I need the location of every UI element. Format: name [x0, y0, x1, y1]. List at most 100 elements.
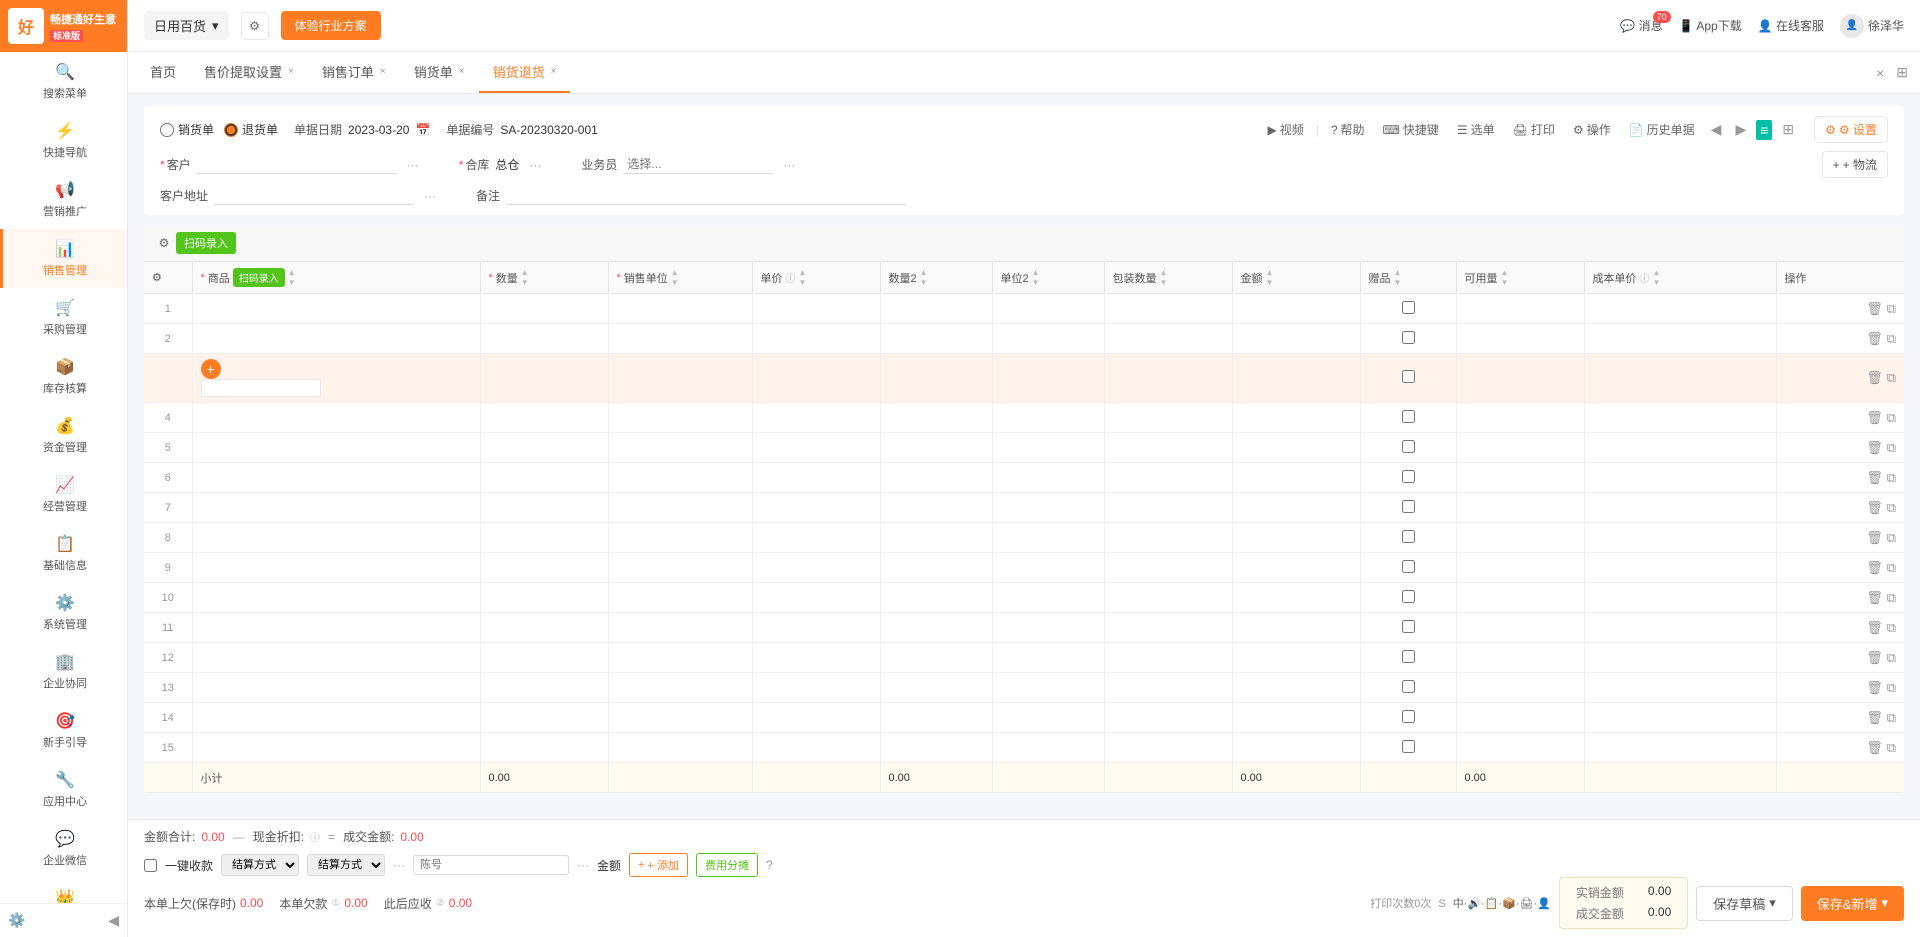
price-cell[interactable] [752, 324, 880, 354]
sort-price-icon[interactable]: ▲▼ [799, 268, 807, 287]
shortcut-action[interactable]: ⌨ 快捷键 [1377, 118, 1445, 141]
unit-cell[interactable] [608, 463, 752, 493]
product-cell[interactable] [192, 493, 480, 523]
qty-cell[interactable] [480, 354, 608, 403]
copy-row-button[interactable]: ⧉ [1887, 560, 1896, 576]
gift-checkbox[interactable] [1402, 680, 1415, 693]
unit-cell[interactable] [608, 673, 752, 703]
qty-cell[interactable] [480, 733, 608, 763]
unit-cell[interactable] [608, 583, 752, 613]
sidebar-item-inventory[interactable]: 📦 库存核算 [0, 347, 127, 406]
delete-row-button[interactable]: 🗑 [1866, 301, 1883, 317]
calendar-icon[interactable]: 📅 [415, 123, 430, 137]
unit2-cell[interactable] [992, 733, 1104, 763]
available-cell[interactable] [1456, 553, 1584, 583]
unit-cell[interactable] [608, 553, 752, 583]
copy-row-button[interactable]: ⧉ [1887, 620, 1896, 636]
copy-row-button[interactable]: ⧉ [1887, 740, 1896, 756]
address-input[interactable] [214, 186, 414, 205]
copy-row-button[interactable]: ⧉ [1887, 410, 1896, 426]
scan-button-inline[interactable]: 扫码录入 [233, 268, 285, 287]
sidebar-item-shortcut[interactable]: ⚡ 快捷导航 [0, 111, 127, 170]
gift-checkbox[interactable] [1402, 590, 1415, 603]
qty2-cell[interactable] [880, 703, 992, 733]
view-grid-button[interactable]: ⊞ [1778, 117, 1798, 142]
qty-cell[interactable] [480, 403, 608, 433]
cost-price-cell[interactable] [1584, 643, 1776, 673]
qty-cell[interactable] [480, 553, 608, 583]
price-cell[interactable] [752, 673, 880, 703]
price-cell[interactable] [752, 583, 880, 613]
unit-cell[interactable] [608, 493, 752, 523]
unit-cell[interactable] [608, 354, 752, 403]
cost-price-cell[interactable] [1584, 523, 1776, 553]
view-list-button[interactable]: ≡ [1756, 120, 1772, 140]
copy-row-button[interactable]: ⧉ [1887, 710, 1896, 726]
pkg-qty-cell[interactable] [1104, 523, 1232, 553]
qty-cell[interactable] [480, 433, 608, 463]
delete-row-button[interactable]: 🗑 [1866, 560, 1883, 576]
sidebar-item-enterprise[interactable]: 🏢 企业协同 [0, 642, 127, 701]
unit-cell[interactable] [608, 733, 752, 763]
gift-checkbox[interactable] [1402, 740, 1415, 753]
qty2-cell[interactable] [880, 583, 992, 613]
cost-price-cell[interactable] [1584, 583, 1776, 613]
delete-row-button[interactable]: 🗑 [1866, 470, 1883, 486]
unit2-cell[interactable] [992, 553, 1104, 583]
add-row-button[interactable]: + [201, 359, 221, 379]
price-cell[interactable] [752, 463, 880, 493]
qty2-cell[interactable] [880, 673, 992, 703]
unit2-cell[interactable] [992, 613, 1104, 643]
price-cell[interactable] [752, 643, 880, 673]
sidebar-item-sales[interactable]: 📊 销售管理 [0, 229, 127, 288]
delete-row-button[interactable]: 🗑 [1866, 331, 1883, 347]
unit-cell[interactable] [608, 643, 752, 673]
radio-delivery[interactable]: 销货单 [160, 121, 214, 138]
unit2-cell[interactable] [992, 673, 1104, 703]
available-cell[interactable] [1456, 324, 1584, 354]
delete-row-button[interactable]: 🗑 [1866, 680, 1883, 696]
product-cell[interactable] [192, 553, 480, 583]
unit2-cell[interactable] [992, 324, 1104, 354]
amount-dots[interactable]: ··· [577, 858, 589, 872]
delete-row-button[interactable]: 🗑 [1866, 710, 1883, 726]
product-cell[interactable] [192, 643, 480, 673]
expand-tab-button[interactable]: ⊞ [1892, 60, 1912, 85]
account-dots[interactable]: ··· [393, 858, 405, 872]
sidebar-settings-button[interactable]: ⚙️ [8, 912, 25, 929]
sort-unit-icon[interactable]: ▲▼ [671, 268, 679, 287]
help-action[interactable]: ? 帮助 [1325, 118, 1371, 141]
pkg-qty-cell[interactable] [1104, 493, 1232, 523]
unit-cell[interactable] [608, 523, 752, 553]
amount-cell[interactable] [1232, 294, 1360, 324]
available-cell[interactable] [1456, 354, 1584, 403]
unit2-cell[interactable] [992, 583, 1104, 613]
operate-action[interactable]: ⚙ 操作 [1567, 118, 1617, 141]
industry-selector[interactable]: 日用百货 ▾ [144, 11, 229, 40]
unit2-cell[interactable] [992, 463, 1104, 493]
delete-row-button[interactable]: 🗑 [1866, 440, 1883, 456]
unit2-cell[interactable] [992, 433, 1104, 463]
tab-sales-return[interactable]: 销货退货 × [479, 52, 571, 93]
sort-qty-icon[interactable]: ▲▼ [521, 268, 529, 287]
user-menu[interactable]: 👤 徐泽华 [1840, 14, 1904, 38]
experience-button[interactable]: 体验行业方案 [281, 11, 381, 40]
price-cell[interactable] [752, 703, 880, 733]
unit-cell[interactable] [608, 324, 752, 354]
gift-checkbox[interactable] [1402, 301, 1415, 314]
sort-unit2-icon[interactable]: ▲▼ [1032, 268, 1040, 287]
unit2-cell[interactable] [992, 523, 1104, 553]
available-cell[interactable] [1456, 583, 1584, 613]
tab-home[interactable]: 首页 [136, 52, 190, 93]
sort-qty2-icon[interactable]: ▲▼ [920, 268, 928, 287]
qty-cell[interactable] [480, 703, 608, 733]
qty-cell[interactable] [480, 294, 608, 324]
copy-row-button[interactable]: ⧉ [1887, 370, 1896, 386]
price-cell[interactable] [752, 493, 880, 523]
address-dots[interactable]: ··· [424, 189, 436, 203]
sort-product-icon[interactable]: ▲▼ [288, 268, 296, 287]
product-cell[interactable]: + [192, 354, 480, 403]
copy-row-button[interactable]: ⧉ [1887, 590, 1896, 606]
copy-row-button[interactable]: ⧉ [1887, 301, 1896, 317]
add-row-button[interactable]: + + 添加 [629, 853, 688, 877]
